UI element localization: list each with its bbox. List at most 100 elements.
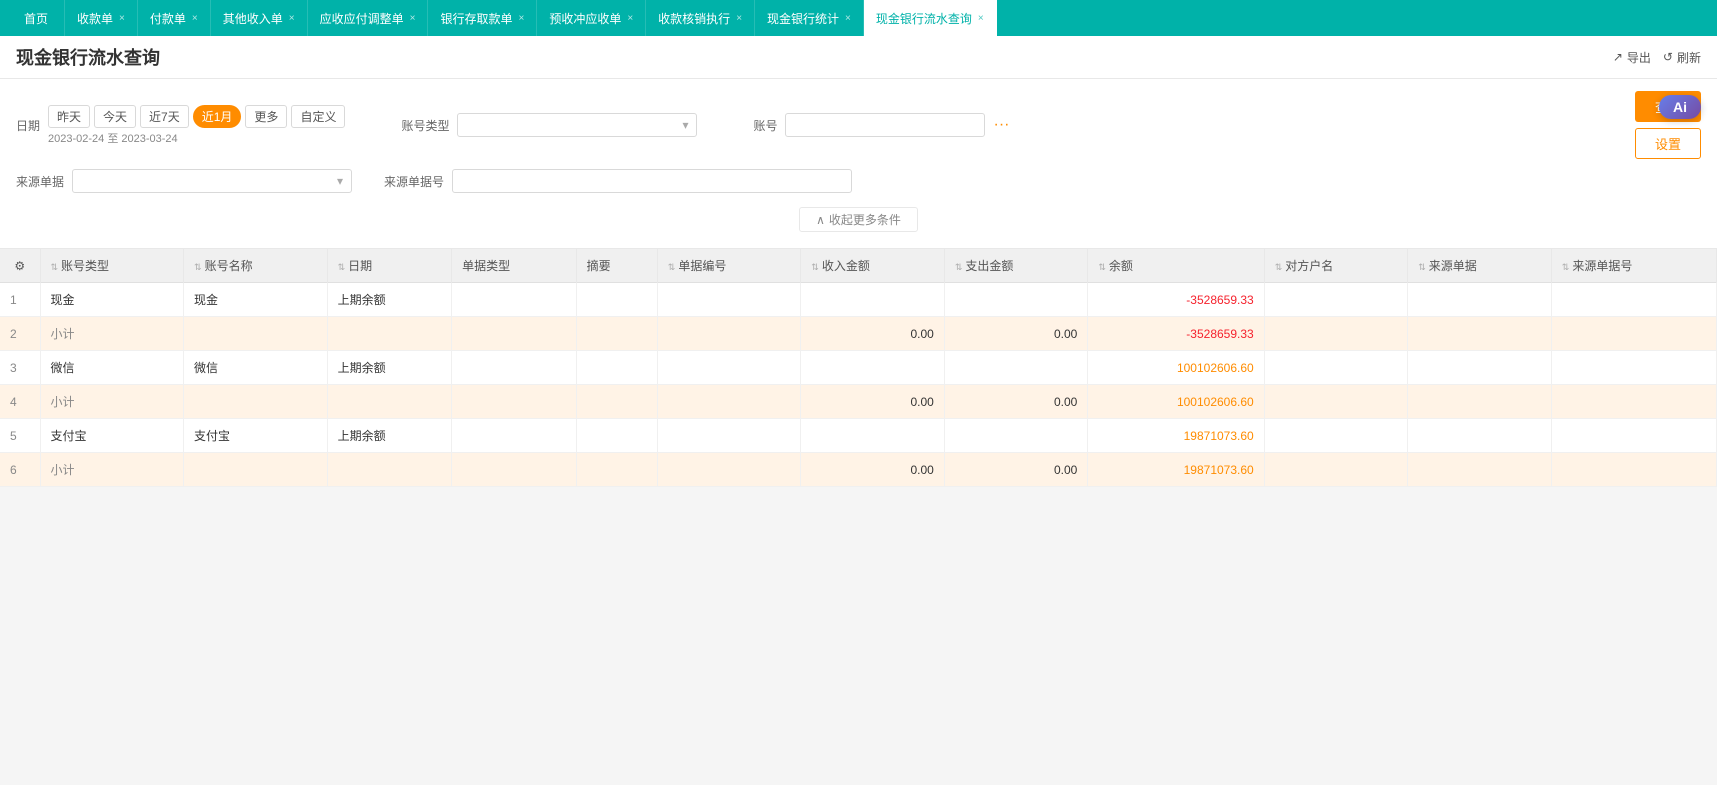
account-type-label: 账号类型 bbox=[401, 117, 449, 134]
page-title: 现金银行流水查询 bbox=[16, 44, 160, 70]
cell-source-doc bbox=[1408, 453, 1552, 487]
nav-tab-receipts[interactable]: 收款单 × bbox=[65, 0, 138, 36]
cell-source-doc bbox=[1408, 283, 1552, 317]
nav-tab-bank-flow[interactable]: 现金银行流水查询 × bbox=[864, 0, 997, 36]
cell-source-doc bbox=[1408, 351, 1552, 385]
cell-doc-type bbox=[452, 317, 577, 351]
filter-area: 日期 昨天 今天 近7天 近1月 更多 自定义 2023-02-24 至 202… bbox=[0, 79, 1717, 249]
account-type-filter-group: 账号类型 ▾ bbox=[401, 113, 697, 137]
nav-tab-collection-exec-label: 收款核销执行 bbox=[658, 10, 730, 27]
cell-income: 0.00 bbox=[801, 317, 945, 351]
nav-tab-other-income-label: 其他收入单 bbox=[223, 10, 283, 27]
cell-expense: 0.00 bbox=[944, 317, 1088, 351]
cell-account-type: 微信 bbox=[40, 351, 184, 385]
account-more-btn[interactable]: ··· bbox=[989, 116, 1013, 134]
cell-source-doc-no bbox=[1551, 385, 1716, 419]
table-header: ⚙ ⇅账号类型 ⇅账号名称 ⇅日期 单据类型 摘要 ⇅单据编号 ⇅收入金额 ⇅支… bbox=[0, 249, 1717, 283]
cell-account-name: 微信 bbox=[184, 351, 328, 385]
date-btn-yesterday[interactable]: 昨天 bbox=[48, 105, 90, 128]
close-icon[interactable]: × bbox=[845, 13, 851, 24]
nav-tab-ap-adjust[interactable]: 应收应付调整单 × bbox=[308, 0, 429, 36]
source-doc-no-input[interactable] bbox=[452, 169, 852, 193]
filter-row-2: 来源单据 ▾ 来源单据号 bbox=[16, 169, 1701, 193]
cell-expense bbox=[944, 283, 1088, 317]
nav-tab-receipts-label: 收款单 bbox=[77, 10, 113, 27]
nav-tab-payments-label: 付款单 bbox=[150, 10, 186, 27]
cell-account-name bbox=[184, 453, 328, 487]
table-row: 4 小计 0.00 0.00 100102606.60 bbox=[0, 385, 1717, 419]
cell-income bbox=[801, 351, 945, 385]
export-button[interactable]: ↗ 导出 bbox=[1613, 49, 1651, 66]
account-label: 账号 bbox=[753, 117, 777, 134]
col-gear[interactable]: ⚙ bbox=[0, 249, 40, 283]
close-icon[interactable]: × bbox=[736, 13, 742, 24]
close-icon[interactable]: × bbox=[119, 13, 125, 24]
collapse-button[interactable]: ∧ 收起更多条件 bbox=[799, 207, 918, 232]
source-doc-select[interactable]: ▾ bbox=[72, 169, 352, 193]
settings-button[interactable]: 设置 bbox=[1635, 128, 1701, 159]
cell-counterpart bbox=[1264, 453, 1408, 487]
refresh-button[interactable]: ↺ 刷新 bbox=[1663, 49, 1701, 66]
col-source-doc-no[interactable]: ⇅来源单据号 bbox=[1551, 249, 1716, 283]
close-icon[interactable]: × bbox=[978, 13, 984, 24]
account-filter-group: 账号 ··· bbox=[753, 113, 1013, 137]
collapse-icon: ∧ bbox=[816, 213, 825, 227]
filter-row-1: 日期 昨天 今天 近7天 近1月 更多 自定义 2023-02-24 至 202… bbox=[16, 91, 1701, 159]
col-income[interactable]: ⇅收入金额 bbox=[801, 249, 945, 283]
cell-account-type: 现金 bbox=[40, 283, 184, 317]
cell-doc-type bbox=[452, 351, 577, 385]
nav-tab-prepay-offset-label: 预收冲应收单 bbox=[549, 10, 621, 27]
col-account-name[interactable]: ⇅账号名称 bbox=[184, 249, 328, 283]
collapse-row: ∧ 收起更多条件 bbox=[16, 203, 1701, 236]
col-summary[interactable]: 摘要 bbox=[576, 249, 657, 283]
close-icon[interactable]: × bbox=[289, 13, 295, 24]
cell-counterpart bbox=[1264, 351, 1408, 385]
date-btn-7days[interactable]: 近7天 bbox=[140, 105, 189, 128]
cell-doc-no bbox=[657, 351, 801, 385]
export-icon: ↗ bbox=[1613, 50, 1623, 64]
cell-doc-no bbox=[657, 317, 801, 351]
nav-home[interactable]: 首页 bbox=[8, 0, 65, 36]
col-source-doc[interactable]: ⇅来源单据 bbox=[1408, 249, 1552, 283]
date-btn-1month[interactable]: 近1月 bbox=[193, 105, 242, 128]
cell-row-num: 4 bbox=[0, 385, 40, 419]
col-counterpart[interactable]: ⇅对方户名 bbox=[1264, 249, 1408, 283]
chevron-down-icon: ▾ bbox=[337, 174, 343, 188]
col-expense[interactable]: ⇅支出金额 bbox=[944, 249, 1088, 283]
nav-tab-collection-exec[interactable]: 收款核销执行 × bbox=[646, 0, 755, 36]
close-icon[interactable]: × bbox=[410, 13, 416, 24]
cell-date: 上期余额 bbox=[327, 283, 452, 317]
cell-income bbox=[801, 419, 945, 453]
cell-counterpart bbox=[1264, 385, 1408, 419]
nav-tab-other-income[interactable]: 其他收入单 × bbox=[211, 0, 308, 36]
nav-tab-bank-stats[interactable]: 现金银行统计 × bbox=[755, 0, 864, 36]
nav-tab-payments[interactable]: 付款单 × bbox=[138, 0, 211, 36]
account-type-select[interactable]: ▾ bbox=[457, 113, 697, 137]
cell-source-doc-no bbox=[1551, 283, 1716, 317]
col-account-type[interactable]: ⇅账号类型 bbox=[40, 249, 184, 283]
col-doc-no[interactable]: ⇅单据编号 bbox=[657, 249, 801, 283]
nav-tab-prepay-offset[interactable]: 预收冲应收单 × bbox=[537, 0, 646, 36]
cell-date bbox=[327, 385, 452, 419]
cell-doc-no bbox=[657, 385, 801, 419]
date-label: 日期 bbox=[16, 117, 40, 134]
cell-date: 上期余额 bbox=[327, 351, 452, 385]
date-btn-custom[interactable]: 自定义 bbox=[291, 105, 345, 128]
cell-row-num: 1 bbox=[0, 283, 40, 317]
nav-tab-bank-deposit[interactable]: 银行存取款单 × bbox=[428, 0, 537, 36]
close-icon[interactable]: × bbox=[627, 13, 633, 24]
date-btn-today[interactable]: 今天 bbox=[94, 105, 136, 128]
date-btn-more[interactable]: 更多 bbox=[245, 105, 287, 128]
col-balance[interactable]: ⇅余额 bbox=[1088, 249, 1264, 283]
col-doc-type[interactable]: 单据类型 bbox=[452, 249, 577, 283]
cell-source-doc-no bbox=[1551, 317, 1716, 351]
ai-badge[interactable]: Ai bbox=[1659, 95, 1701, 119]
account-input[interactable] bbox=[785, 113, 985, 137]
cell-balance: -3528659.33 bbox=[1088, 317, 1264, 351]
col-date[interactable]: ⇅日期 bbox=[327, 249, 452, 283]
cell-row-num: 2 bbox=[0, 317, 40, 351]
close-icon[interactable]: × bbox=[192, 13, 198, 24]
collapse-label: 收起更多条件 bbox=[829, 211, 901, 228]
close-icon[interactable]: × bbox=[518, 13, 524, 24]
cell-date bbox=[327, 453, 452, 487]
